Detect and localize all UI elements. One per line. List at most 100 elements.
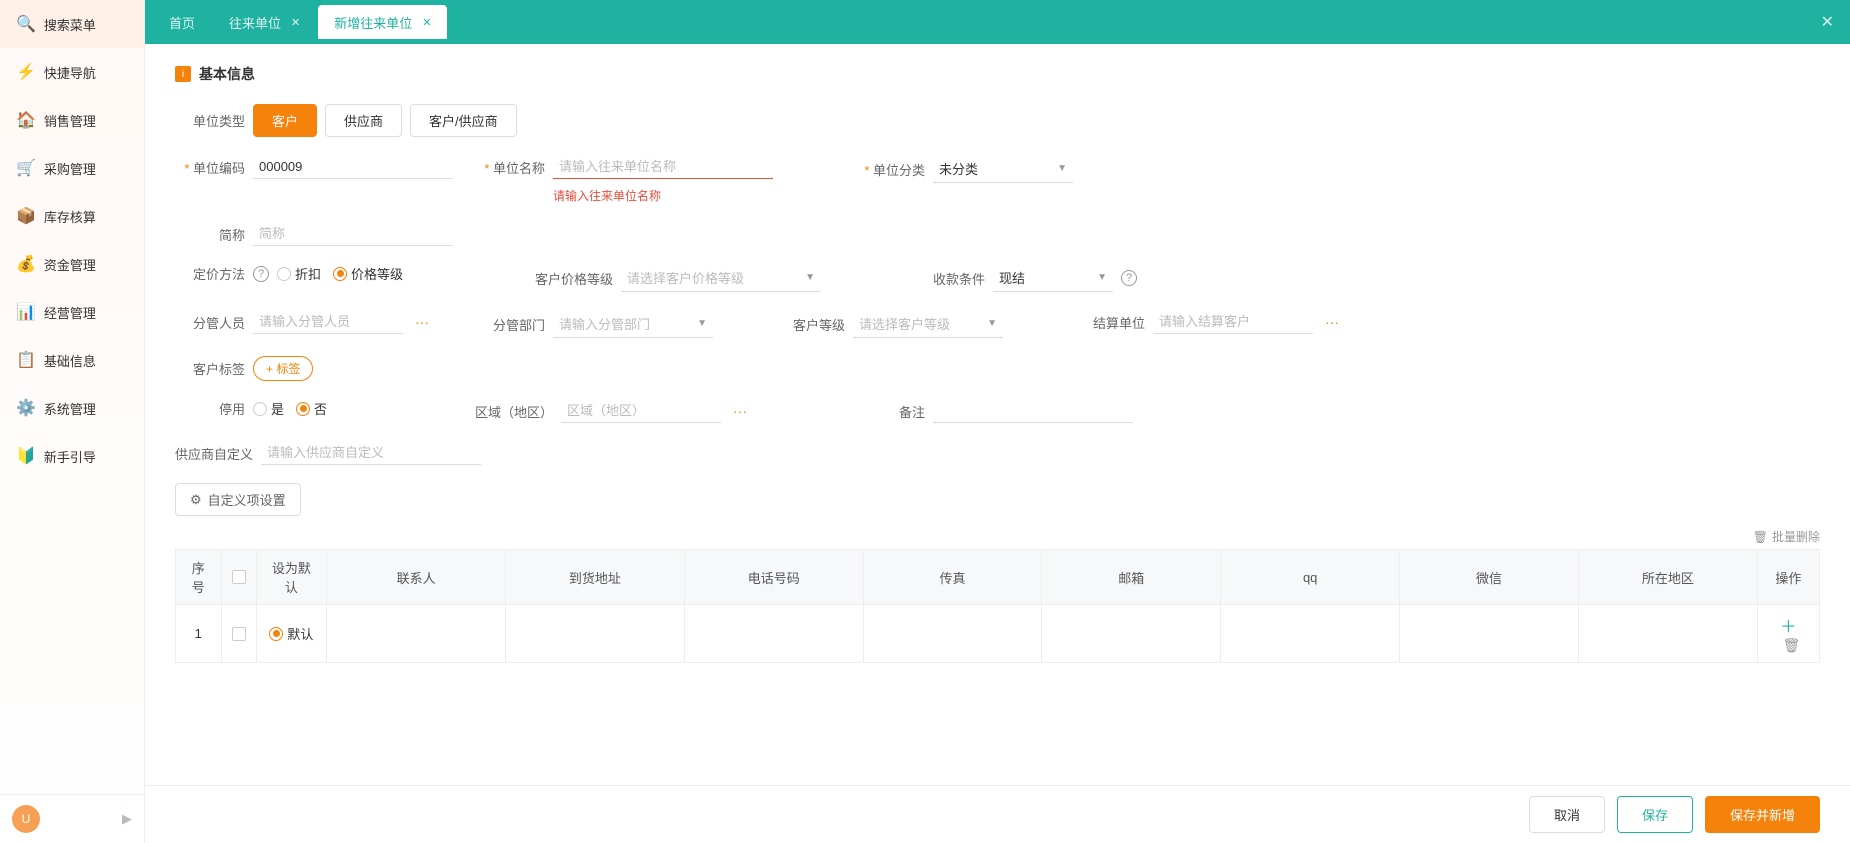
payment-terms-group: 收款条件 现结 ▼ ?: [915, 264, 1820, 292]
unit-name-input[interactable]: [553, 155, 773, 179]
save-button[interactable]: 保存: [1617, 796, 1693, 833]
unit-category-group: 单位分类 未分类 ▼: [855, 155, 1820, 183]
gear-icon: ⚙: [190, 492, 202, 508]
chevron-down-icon-3: ▼: [1097, 272, 1107, 283]
close-new-partner-tab[interactable]: ✕: [422, 16, 431, 29]
remark-input[interactable]: [933, 399, 1133, 423]
cancel-button[interactable]: 取消: [1529, 796, 1605, 833]
unit-type-customer[interactable]: 客户: [253, 104, 317, 137]
payment-help-icon[interactable]: ?: [1121, 270, 1137, 286]
unit-category-select[interactable]: 未分类 ▼: [933, 155, 1073, 183]
disable-no-circle: [296, 402, 310, 416]
chevron-down-icon-5: ▼: [987, 318, 997, 329]
avatar: U: [12, 805, 40, 833]
fax-input[interactable]: [874, 626, 1032, 641]
unit-code-group: 单位编码: [175, 155, 475, 179]
disable-yes-radio[interactable]: 是: [253, 399, 284, 418]
row-region-input[interactable]: [1589, 626, 1747, 641]
contact-cell[interactable]: [327, 605, 506, 663]
header-checkbox[interactable]: [232, 570, 246, 584]
region-group: 区域（地区） ···: [475, 399, 855, 423]
email-cell[interactable]: [1042, 605, 1221, 663]
region-input[interactable]: [561, 399, 721, 423]
sidebar-expand-icon[interactable]: ▶: [122, 811, 132, 827]
default-radio-circle: [269, 627, 283, 641]
default-cell: 默认: [256, 605, 327, 663]
row-delete-button[interactable]: 🗑: [1782, 637, 1800, 653]
settlement-more-btn[interactable]: ···: [1321, 314, 1343, 330]
customer-level-select[interactable]: 请选择客户等级 ▼: [853, 310, 1003, 338]
sidebar-item-search[interactable]: 🔍 搜索菜单: [0, 0, 144, 48]
payment-terms-value: 现结: [999, 268, 1025, 287]
tab-new-partner[interactable]: 新增往来单位 ✕: [318, 5, 447, 39]
pricing-row: 定价方法 ? 折扣 价格等级 客户价格等级 请选择客户价格等级: [175, 264, 1820, 292]
settlement-input[interactable]: [1153, 310, 1313, 334]
sidebar-item-basic-info[interactable]: 📋 基础信息: [0, 336, 144, 384]
tab-partners[interactable]: 往来单位 ✕: [213, 5, 316, 39]
sidebar-item-sales[interactable]: 🏠 销售管理: [0, 96, 144, 144]
phone-input[interactable]: [695, 626, 853, 641]
row-add-button[interactable]: ＋: [1780, 619, 1796, 636]
sidebar-item-purchase[interactable]: 🛒 采购管理: [0, 144, 144, 192]
address-cell[interactable]: [506, 605, 685, 663]
region-more-btn[interactable]: ···: [729, 403, 751, 419]
wechat-input[interactable]: [1410, 626, 1568, 641]
sidebar-item-quick-nav[interactable]: ⚡ 快捷导航: [0, 48, 144, 96]
manager-group: 分管人员 ···: [175, 310, 475, 334]
chevron-down-icon: ▼: [1057, 163, 1067, 174]
customer-price-select[interactable]: 请选择客户价格等级 ▼: [621, 264, 821, 292]
checkbox-cell: [221, 605, 256, 663]
tags-label: 客户标签: [175, 359, 245, 378]
dept-select[interactable]: 请输入分管部门 ▼: [553, 310, 713, 338]
price-level-radio-circle: [333, 267, 347, 281]
form-content: i 基本信息 单位类型 客户 供应商 客户/供应商 单位编码 单位名称: [145, 44, 1850, 785]
section-title: 基本信息: [199, 64, 255, 84]
qq-input[interactable]: [1231, 626, 1389, 641]
default-radio[interactable]: 默认: [269, 624, 313, 643]
row-region-cell[interactable]: [1578, 605, 1757, 663]
price-level-radio[interactable]: 价格等级: [333, 264, 403, 283]
manager-input[interactable]: [253, 310, 403, 334]
sidebar-item-inventory[interactable]: 📦 库存核算: [0, 192, 144, 240]
tab-home[interactable]: 首页: [153, 5, 211, 39]
operations-icon: 📊: [16, 302, 36, 322]
wechat-cell[interactable]: [1400, 605, 1579, 663]
contact-input[interactable]: [337, 626, 495, 641]
custom-settings-button[interactable]: ⚙ 自定义项设置: [175, 483, 301, 516]
email-input[interactable]: [1052, 626, 1210, 641]
batch-delete-button[interactable]: 🗑 批量删除: [1753, 528, 1820, 545]
fax-cell[interactable]: [863, 605, 1042, 663]
code-name-category-row: 单位编码 单位名称 请输入往来单位名称 单位分类 未分类 ▼: [175, 155, 1820, 204]
disable-no-radio[interactable]: 否: [296, 399, 327, 418]
supplier-custom-input[interactable]: [261, 441, 481, 465]
remark-group: 备注: [855, 399, 1820, 423]
payment-terms-select[interactable]: 现结 ▼: [993, 264, 1113, 292]
unit-category-value: 未分类: [939, 159, 978, 178]
unit-type-both[interactable]: 客户/供应商: [410, 104, 517, 137]
quick-nav-icon: ⚡: [16, 62, 36, 82]
seq-cell: 1: [176, 605, 222, 663]
phone-cell[interactable]: [684, 605, 863, 663]
short-name-input[interactable]: [253, 222, 453, 246]
close-partners-tab[interactable]: ✕: [291, 16, 300, 29]
close-window-button[interactable]: ✕: [1813, 8, 1842, 36]
sidebar-item-system[interactable]: ⚙️ 系统管理: [0, 384, 144, 432]
qq-cell[interactable]: [1221, 605, 1400, 663]
sidebar-item-operations[interactable]: 📊 经营管理: [0, 288, 144, 336]
pricing-help-icon[interactable]: ?: [253, 266, 269, 282]
col-phone: 电话号码: [684, 550, 863, 605]
sidebar-item-guide[interactable]: 🔰 新手引导: [0, 432, 144, 480]
sidebar-item-finance[interactable]: 💰 资金管理: [0, 240, 144, 288]
discount-radio[interactable]: 折扣: [277, 264, 321, 283]
purchase-icon: 🛒: [16, 158, 36, 178]
add-tag-button[interactable]: + 标签: [253, 356, 313, 381]
address-input[interactable]: [516, 626, 674, 641]
finance-icon: 💰: [16, 254, 36, 274]
unit-type-supplier[interactable]: 供应商: [325, 104, 402, 137]
unit-code-input[interactable]: [253, 155, 453, 179]
manager-more-btn[interactable]: ···: [411, 314, 433, 330]
col-region: 所在地区: [1578, 550, 1757, 605]
unit-type-group: 单位类型 客户 供应商 客户/供应商: [175, 104, 1820, 137]
row-checkbox[interactable]: [232, 627, 246, 641]
save-add-button[interactable]: 保存并新增: [1705, 796, 1820, 833]
